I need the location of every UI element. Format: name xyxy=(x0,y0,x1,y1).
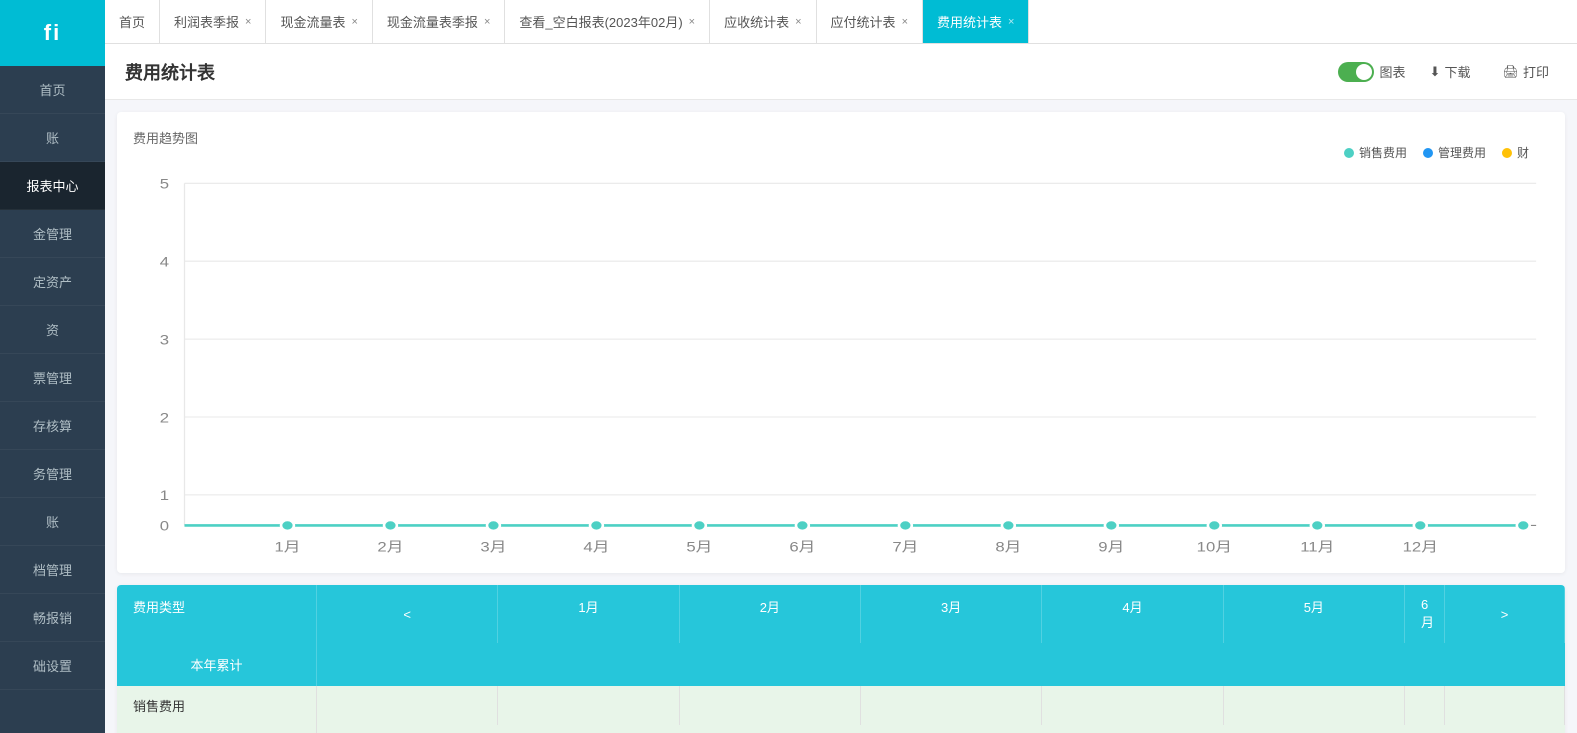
chart-title: 费用趋势图 xyxy=(133,128,1549,147)
page-header: 费用统计表 图表 ⬇ 下载 🖨 打印 xyxy=(105,44,1577,100)
sidebar-item-home[interactable]: 首页 xyxy=(0,66,105,114)
row-jun xyxy=(1405,686,1445,725)
col-jan: 1月 xyxy=(498,585,679,643)
tab-close-cashflow[interactable]: × xyxy=(351,16,357,28)
svg-text:3月: 3月 xyxy=(480,540,506,555)
row-jan xyxy=(498,686,679,725)
chart-svg: 5 4 3 2 1 0 xyxy=(133,157,1549,557)
sidebar-item-account[interactable]: 账 xyxy=(0,498,105,546)
chart-container: 5 4 3 2 1 0 xyxy=(133,157,1549,557)
svg-text:7月: 7月 xyxy=(892,540,918,555)
data-table-section: 费用类型 < 1月 2月 3月 4月 5月 6月 > 本年累计 销售费用 xyxy=(117,585,1565,733)
svg-text:1月: 1月 xyxy=(274,540,300,555)
tab-payable[interactable]: 应付统计表 × xyxy=(817,0,923,44)
row-nav-next xyxy=(1445,686,1565,725)
tab-close-payable[interactable]: × xyxy=(902,16,908,28)
nav-next-button[interactable]: > xyxy=(1445,585,1565,643)
sidebar-item-writeoff[interactable]: 畅报销 xyxy=(0,594,105,642)
svg-text:12月: 12月 xyxy=(1403,540,1438,555)
legend-dot-admin xyxy=(1423,148,1433,158)
svg-text:5: 5 xyxy=(160,177,169,192)
nav-prev-button[interactable]: < xyxy=(317,585,498,643)
sidebar-item-inventory[interactable]: 存核算 xyxy=(0,402,105,450)
download-icon: ⬇ xyxy=(1430,64,1441,80)
svg-text:4: 4 xyxy=(160,255,170,270)
sidebar-item-service[interactable]: 务管理 xyxy=(0,450,105,498)
main-area: 首页 利润表季报 × 现金流量表 × 现金流量表季报 × 查看_空白报表(202… xyxy=(105,0,1577,733)
row-may xyxy=(1224,686,1405,725)
svg-text:2: 2 xyxy=(160,411,169,426)
sidebar-item-reports[interactable]: 报表中心 xyxy=(0,162,105,210)
row-type: 销售费用 xyxy=(117,686,317,725)
sidebar-item-funds[interactable]: 金管理 xyxy=(0,210,105,258)
tab-home[interactable]: 首页 xyxy=(105,0,160,44)
col-apr: 4月 xyxy=(1042,585,1223,643)
svg-text:9月: 9月 xyxy=(1098,540,1124,555)
legend-dot-finance xyxy=(1502,148,1512,158)
svg-text:5月: 5月 xyxy=(686,540,712,555)
sidebar-logo: fi xyxy=(0,0,105,66)
sidebar-item-assets[interactable]: 定资产 xyxy=(0,258,105,306)
table-header: 费用类型 < 1月 2月 3月 4月 5月 6月 > 本年累计 xyxy=(117,585,1565,686)
tab-cashflow[interactable]: 现金流量表 × xyxy=(266,0,372,44)
page-content: 费用统计表 图表 ⬇ 下载 🖨 打印 费用趋势图 xyxy=(105,44,1577,733)
legend-dot-sales xyxy=(1344,148,1354,158)
tab-receivable[interactable]: 应收统计表 × xyxy=(710,0,816,44)
svg-text:8月: 8月 xyxy=(995,540,1021,555)
svg-text:4月: 4月 xyxy=(583,540,609,555)
print-button[interactable]: 🖨 打印 xyxy=(1494,58,1557,85)
col-may: 5月 xyxy=(1224,585,1405,643)
col-ytd: 本年累计 xyxy=(117,643,317,686)
chart-toggle-label: 图表 xyxy=(1380,62,1406,81)
row-ytd xyxy=(117,725,317,733)
svg-text:3: 3 xyxy=(160,333,169,348)
svg-text:10月: 10月 xyxy=(1197,540,1232,555)
tab-bar: 首页 利润表季报 × 现金流量表 × 现金流量表季报 × 查看_空白报表(202… xyxy=(105,0,1577,44)
header-actions: 图表 ⬇ 下载 🖨 打印 xyxy=(1338,58,1557,85)
row-mar xyxy=(861,686,1042,725)
tab-close-cashflow-quarterly[interactable]: × xyxy=(484,16,490,28)
svg-text:2月: 2月 xyxy=(377,540,403,555)
row-nav-prev xyxy=(317,686,498,725)
tab-close-profit[interactable]: × xyxy=(245,16,251,28)
chart-toggle[interactable] xyxy=(1338,62,1374,82)
svg-text:1: 1 xyxy=(160,489,169,504)
col-type: 费用类型 xyxy=(117,585,317,643)
table-row: 销售费用 xyxy=(117,686,1565,733)
tab-close-check-blank[interactable]: × xyxy=(689,16,695,28)
download-button[interactable]: ⬇ 下载 xyxy=(1422,58,1479,85)
tab-profit[interactable]: 利润表季报 × xyxy=(160,0,266,44)
sidebar-item-invoice[interactable]: 票管理 xyxy=(0,354,105,402)
col-mar: 3月 xyxy=(861,585,1042,643)
sidebar: fi 首页 账 报表中心 金管理 定资产 资 票管理 存核算 务管理 账 档管理… xyxy=(0,0,105,733)
sidebar-item-archive[interactable]: 档管理 xyxy=(0,546,105,594)
row-apr xyxy=(1042,686,1223,725)
col-feb: 2月 xyxy=(680,585,861,643)
svg-text:11月: 11月 xyxy=(1300,540,1334,555)
tab-expense[interactable]: 费用统计表 × xyxy=(923,0,1029,44)
chart-section: 费用趋势图 销售费用 管理费用 财 xyxy=(117,112,1565,573)
svg-text:6月: 6月 xyxy=(789,540,815,555)
chart-toggle-wrap: 图表 xyxy=(1338,62,1406,82)
sidebar-item-capital[interactable]: 资 xyxy=(0,306,105,354)
tab-close-expense[interactable]: × xyxy=(1008,16,1014,28)
sidebar-item-settings[interactable]: 础设置 xyxy=(0,642,105,690)
row-feb xyxy=(680,686,861,725)
print-icon: 🖨 xyxy=(1502,64,1519,80)
tab-check-blank[interactable]: 查看_空白报表(2023年02月) × xyxy=(505,0,710,44)
tab-close-receivable[interactable]: × xyxy=(795,16,801,28)
tab-cashflow-quarterly[interactable]: 现金流量表季报 × xyxy=(373,0,505,44)
col-jun: 6月 xyxy=(1405,585,1445,643)
sidebar-item-ledger[interactable]: 账 xyxy=(0,114,105,162)
svg-text:0: 0 xyxy=(160,519,169,534)
page-title: 费用统计表 xyxy=(125,59,215,85)
